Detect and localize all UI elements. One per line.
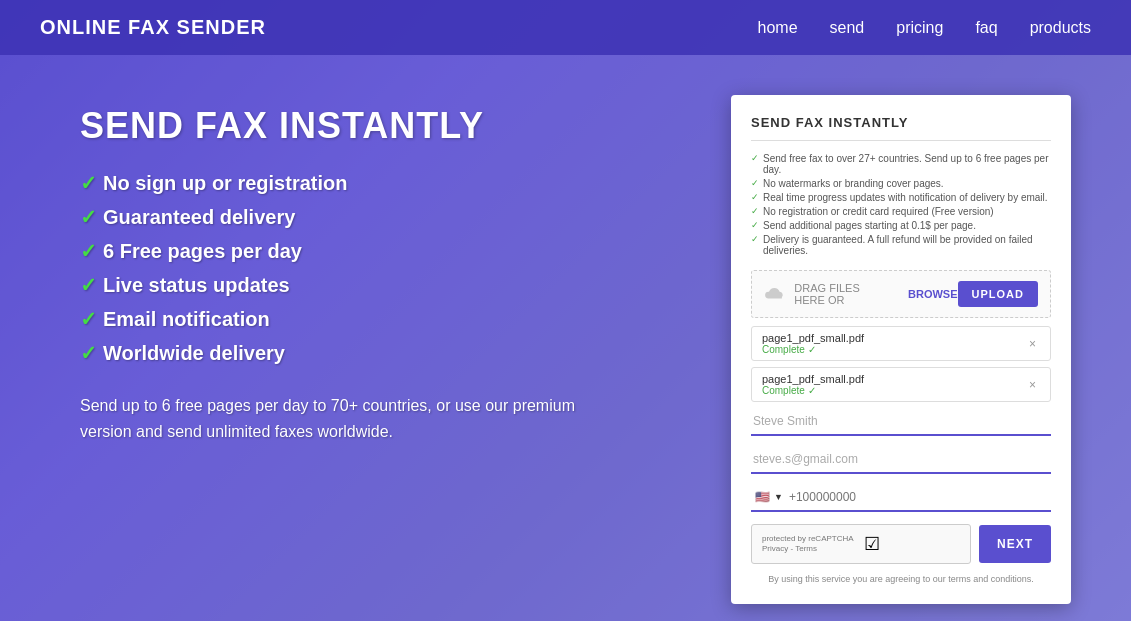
check-icon-3: ✓ xyxy=(80,240,97,262)
recaptcha-privacy-text: Privacy - Terms xyxy=(762,544,854,554)
benefit-6: Delivery is guaranteed. A full refund wi… xyxy=(751,234,1051,256)
cloud-upload-icon xyxy=(764,284,786,304)
hero-title: SEND FAX INSTANTLY xyxy=(80,105,691,147)
browse-link[interactable]: BROWSE xyxy=(908,288,958,300)
terms-text: By using this service you are agreeing t… xyxy=(751,574,1051,584)
benefit-2: No watermarks or branding cover pages. xyxy=(751,178,1051,189)
fax-form-panel: SEND FAX INSTANTLY Send free fax to over… xyxy=(731,95,1071,604)
file-remove-2[interactable]: × xyxy=(1025,378,1040,392)
file-info-1: page1_pdf_small.pdf Complete ✓ xyxy=(762,332,1025,355)
feature-5: ✓Email notification xyxy=(80,307,691,331)
nav-links: home send pricing faq products xyxy=(758,19,1092,37)
check-icon-6: ✓ xyxy=(80,342,97,364)
recaptcha-checkmark: ☑ xyxy=(864,533,880,555)
check-icon-5: ✓ xyxy=(80,308,97,330)
file-name-1: page1_pdf_small.pdf xyxy=(762,332,1025,344)
brand-logo: ONLINE FAX SENDER xyxy=(40,16,266,39)
benefit-3: Real time progress updates with notifica… xyxy=(751,192,1051,203)
nav-home[interactable]: home xyxy=(758,19,798,37)
upload-area-left: DRAG FILES HERE OR BROWSE xyxy=(764,282,958,306)
phone-input[interactable] xyxy=(787,484,1051,510)
file-status-1: Complete ✓ xyxy=(762,344,1025,355)
hero-section: SEND FAX INSTANTLY ✓No sign up or regist… xyxy=(80,95,691,444)
benefits-list: Send free fax to over 27+ countries. Sen… xyxy=(751,153,1051,256)
hero-description: Send up to 6 free pages per day to 70+ c… xyxy=(80,393,600,444)
file-entry-2: page1_pdf_small.pdf Complete ✓ × xyxy=(751,367,1051,402)
phone-row: 🇺🇸 ▼ xyxy=(751,484,1051,512)
check-icon-4: ✓ xyxy=(80,274,97,296)
form-title: SEND FAX INSTANTLY xyxy=(751,115,1051,141)
file-entry-1: page1_pdf_small.pdf Complete ✓ × xyxy=(751,326,1051,361)
main-content: SEND FAX INSTANTLY ✓No sign up or regist… xyxy=(0,55,1131,621)
benefit-5: Send additional pages starting at 0.1$ p… xyxy=(751,220,1051,231)
nav-pricing[interactable]: pricing xyxy=(896,19,943,37)
bottom-row: protected by reCAPTCHA Privacy - Terms ☑… xyxy=(751,524,1051,564)
feature-4: ✓Live status updates xyxy=(80,273,691,297)
feature-3: ✓6 Free pages per day xyxy=(80,239,691,263)
features-list: ✓No sign up or registration ✓Guaranteed … xyxy=(80,171,691,365)
upload-button[interactable]: UPLOAD xyxy=(958,281,1038,307)
sender-email-input[interactable] xyxy=(751,446,1051,474)
file-name-2: page1_pdf_small.pdf xyxy=(762,373,1025,385)
navbar: ONLINE FAX SENDER home send pricing faq … xyxy=(0,0,1131,55)
check-icon-2: ✓ xyxy=(80,206,97,228)
nav-faq[interactable]: faq xyxy=(975,19,997,37)
next-button[interactable]: NEXT xyxy=(979,525,1051,563)
feature-6: ✓Worldwide delivery xyxy=(80,341,691,365)
chevron-down-icon: ▼ xyxy=(774,492,783,502)
flag-icon: 🇺🇸 xyxy=(755,490,770,504)
feature-1: ✓No sign up or registration xyxy=(80,171,691,195)
sender-name-input[interactable] xyxy=(751,408,1051,436)
recaptcha-box: protected by reCAPTCHA Privacy - Terms ☑ xyxy=(751,524,971,564)
recaptcha-text-block: protected by reCAPTCHA Privacy - Terms xyxy=(762,534,854,555)
file-info-2: page1_pdf_small.pdf Complete ✓ xyxy=(762,373,1025,396)
file-remove-1[interactable]: × xyxy=(1025,337,1040,351)
benefit-4: No registration or credit card required … xyxy=(751,206,1051,217)
benefit-1: Send free fax to over 27+ countries. Sen… xyxy=(751,153,1051,175)
upload-area: DRAG FILES HERE OR BROWSE UPLOAD xyxy=(751,270,1051,318)
flag-selector[interactable]: 🇺🇸 ▼ xyxy=(751,484,787,510)
drag-text: DRAG FILES HERE OR xyxy=(794,282,889,306)
nav-send[interactable]: send xyxy=(830,19,865,37)
recaptcha-protected-text: protected by reCAPTCHA xyxy=(762,534,854,544)
feature-2: ✓Guaranteed delivery xyxy=(80,205,691,229)
file-status-2: Complete ✓ xyxy=(762,385,1025,396)
check-icon-1: ✓ xyxy=(80,172,97,194)
nav-products[interactable]: products xyxy=(1030,19,1091,37)
